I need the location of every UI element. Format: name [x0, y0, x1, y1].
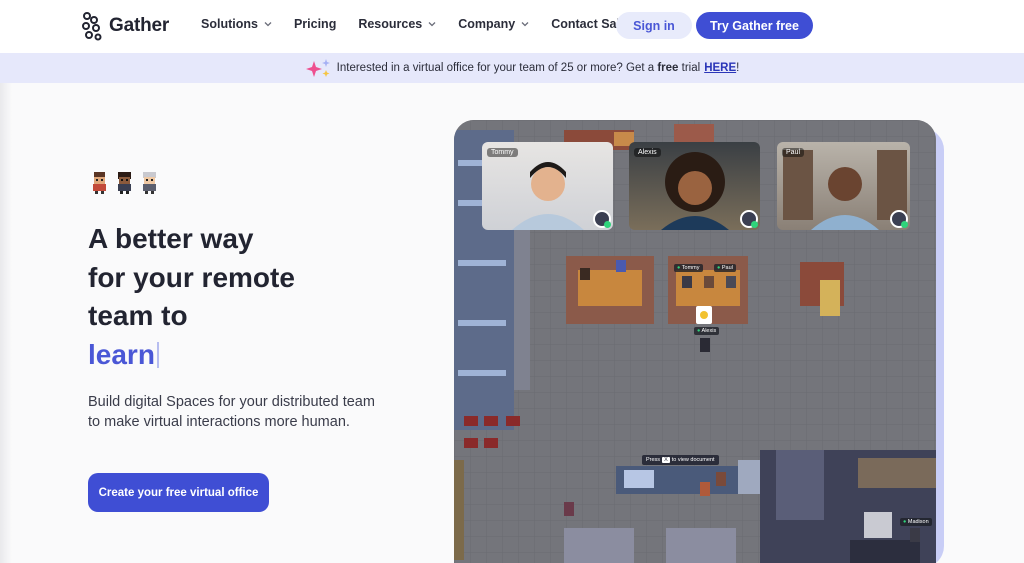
- pixel-avatar-icon: [118, 172, 131, 194]
- nav-solutions-label: Solutions: [201, 17, 258, 31]
- virtual-office-preview: Tommy Alexis Paul Tommy Paul Alexis Madi…: [454, 120, 936, 563]
- pixel-avatar-icon: [93, 172, 106, 194]
- nav-company[interactable]: Company: [458, 17, 529, 31]
- press-tip-before: Press: [646, 457, 661, 463]
- press-tip-key: X: [662, 457, 670, 463]
- try-free-button[interactable]: Try Gather free: [696, 12, 813, 39]
- sign-in-button[interactable]: Sign in: [616, 12, 692, 39]
- video-tile-tommy[interactable]: Tommy: [482, 142, 613, 230]
- typing-cursor: [156, 341, 159, 368]
- presence-avatar-icon: [740, 210, 758, 228]
- nav-solutions[interactable]: Solutions: [201, 17, 272, 31]
- sparkle-icon: [305, 59, 330, 77]
- video-name-tommy: Tommy: [487, 148, 518, 157]
- presence-avatar-icon: [890, 210, 908, 228]
- nav-pricing[interactable]: Pricing: [294, 17, 336, 31]
- headline-accent-line: learn: [88, 336, 408, 375]
- headline-line-3: team to: [88, 300, 188, 331]
- map-label-paul: Paul: [714, 264, 736, 272]
- hero-subtext: Build digital Spaces for your distribute…: [88, 394, 375, 430]
- brand-logo[interactable]: Gather: [81, 11, 169, 41]
- banner-text: Interested in a virtual office for your …: [337, 62, 701, 74]
- nav-company-label: Company: [458, 17, 516, 31]
- video-name-paul: Paul: [782, 148, 805, 157]
- nav-resources[interactable]: Resources: [358, 17, 436, 31]
- chevron-down-icon: [264, 22, 272, 27]
- banner-bold-word: free: [657, 62, 679, 74]
- gather-logo-icon: [82, 12, 102, 41]
- video-name-alexis: Alexis: [634, 148, 661, 157]
- nav-resources-label: Resources: [358, 17, 423, 31]
- headline-accent-word: learn: [88, 338, 155, 370]
- top-navbar: Gather Solutions Pricing Resources Compa…: [0, 0, 1024, 53]
- create-office-button[interactable]: Create your free virtual office: [88, 473, 269, 512]
- map-label-alexis: Alexis: [694, 327, 720, 335]
- banner-trailing: !: [736, 62, 740, 74]
- map-label-madison: Madison: [900, 518, 932, 526]
- brand-name: Gather: [109, 15, 170, 36]
- chevron-down-icon: [521, 22, 529, 27]
- hero-headline: A better way for your remote team to lea…: [88, 220, 408, 374]
- map-label-tommy: Tommy: [674, 264, 703, 272]
- press-key-tooltip: Press Xto view document: [642, 455, 719, 465]
- banner-text-before: Interested in a virtual office for your …: [336, 62, 655, 74]
- page-edge-shadow: [0, 83, 12, 563]
- video-tile-alexis[interactable]: Alexis: [629, 142, 760, 230]
- headline-line-1: A better way: [88, 223, 254, 254]
- chevron-down-icon: [428, 22, 436, 27]
- presence-avatar-icon: [593, 210, 611, 228]
- promo-banner: Interested in a virtual office for your …: [0, 53, 1024, 83]
- nav-pricing-label: Pricing: [293, 17, 337, 31]
- banner-here-link[interactable]: HERE: [704, 62, 736, 74]
- main-nav: Solutions Pricing Resources Company Cont…: [201, 17, 656, 31]
- pixel-avatar-icon: [143, 172, 156, 194]
- headline-line-2: for your remote: [88, 261, 295, 293]
- avatar-group: [89, 171, 160, 195]
- banner-text-after: trial: [681, 62, 701, 74]
- video-tile-paul[interactable]: Paul: [777, 142, 910, 230]
- press-tip-after: to view document: [671, 457, 715, 463]
